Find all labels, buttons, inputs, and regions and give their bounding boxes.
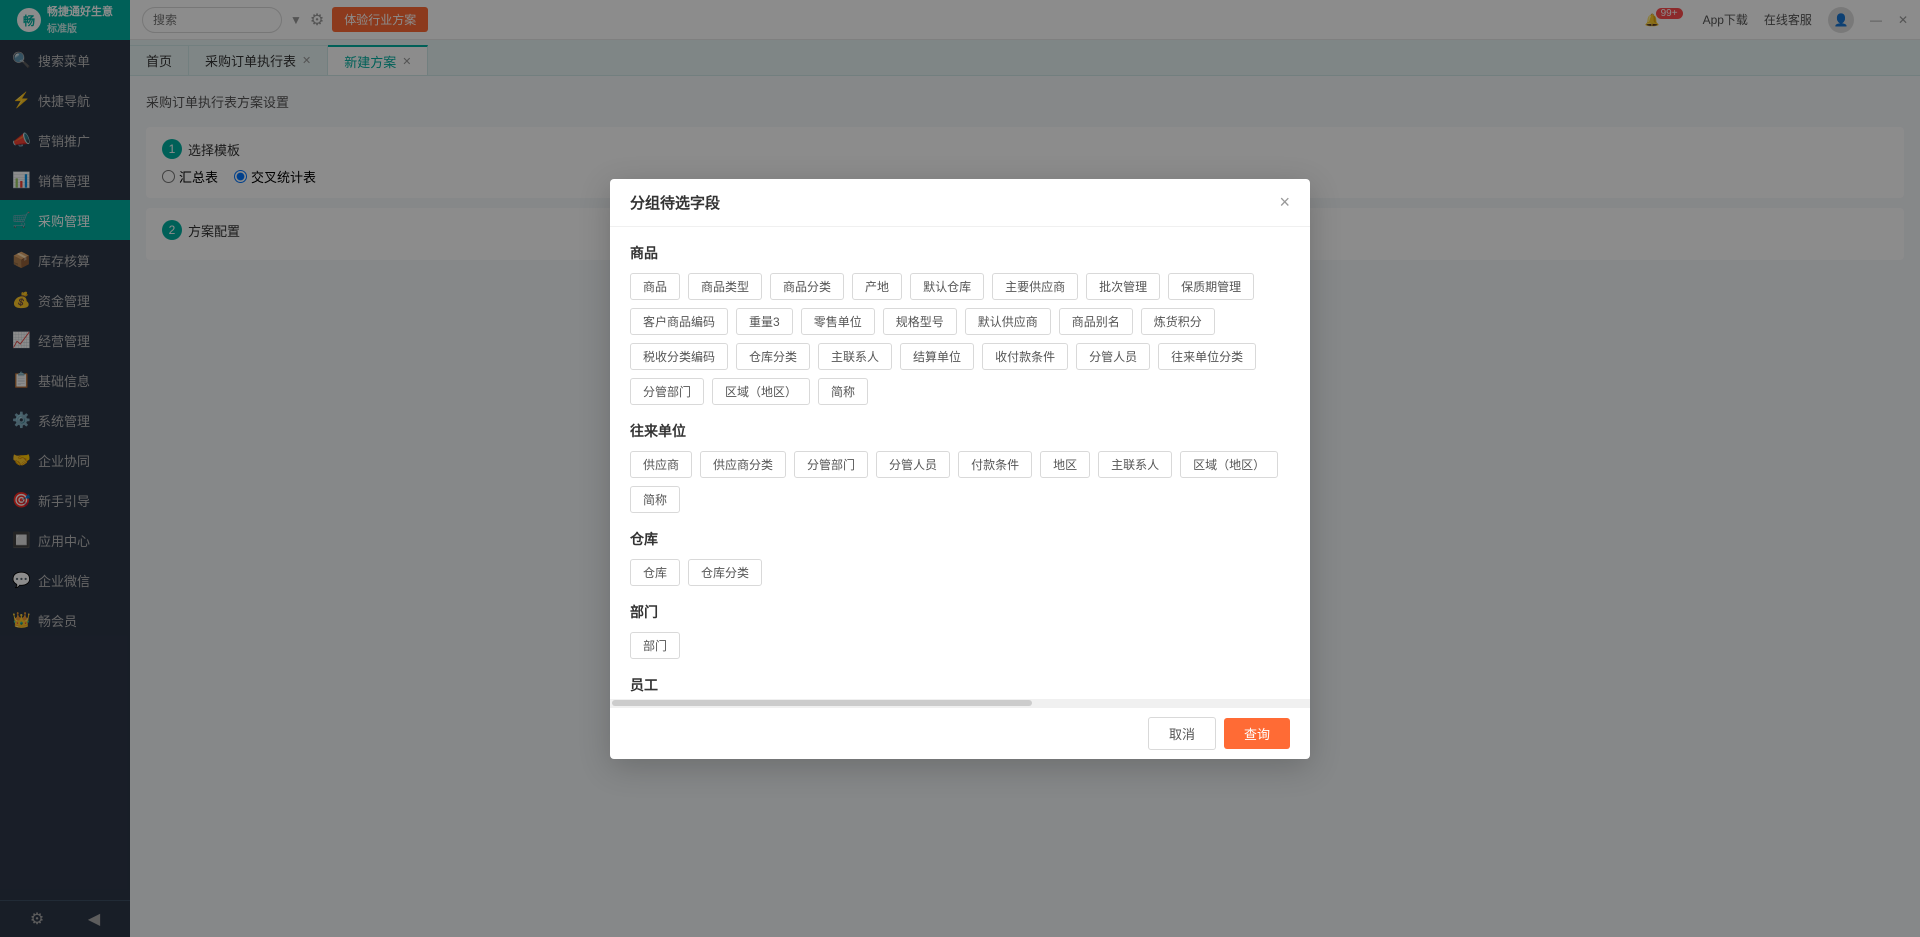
field-group-staff: 员工业务员: [630, 675, 1290, 699]
field-group-partner: 往来单位供应商供应商分类分管部门分管人员付款条件地区主联系人区域（地区） 简称: [630, 421, 1290, 513]
field-tag-partner-2[interactable]: 分管部门: [794, 451, 868, 478]
field-tag-product-22[interactable]: 分管部门: [630, 378, 704, 405]
field-group-warehouse: 仓库仓库仓库分类: [630, 529, 1290, 586]
modal-overlay: 分组待选字段 × 商品商品商品类型商品分类产地默认仓库主要供应商批次管理保质期管…: [0, 0, 1920, 937]
cancel-button[interactable]: 取消: [1148, 717, 1216, 750]
field-tag-product-7[interactable]: 保质期管理: [1168, 273, 1254, 300]
hscroll-thumb: [612, 700, 1032, 706]
field-tag-product-16[interactable]: 仓库分类: [736, 343, 810, 370]
field-tags-warehouse: 仓库仓库分类: [630, 559, 1290, 586]
field-group-dept: 部门部门: [630, 602, 1290, 659]
field-group-title-partner: 往来单位: [630, 421, 1290, 441]
field-tag-product-17[interactable]: 主联系人: [818, 343, 892, 370]
modal-title: 分组待选字段: [630, 192, 720, 213]
field-tag-product-0[interactable]: 商品: [630, 273, 680, 300]
modal-dialog: 分组待选字段 × 商品商品商品类型商品分类产地默认仓库主要供应商批次管理保质期管…: [610, 179, 1310, 759]
modal-hscroll[interactable]: [610, 699, 1310, 707]
modal-body: 商品商品商品类型商品分类产地默认仓库主要供应商批次管理保质期管理客户商品编码重量…: [610, 227, 1310, 699]
field-tag-partner-3[interactable]: 分管人员: [876, 451, 950, 478]
field-tag-partner-1[interactable]: 供应商分类: [700, 451, 786, 478]
field-tag-product-2[interactable]: 商品分类: [770, 273, 844, 300]
field-tag-product-20[interactable]: 分管人员: [1076, 343, 1150, 370]
field-tag-product-14[interactable]: 炼货积分: [1141, 308, 1215, 335]
field-tag-warehouse-1[interactable]: 仓库分类: [688, 559, 762, 586]
field-tag-product-23[interactable]: 区域（地区）: [712, 378, 810, 405]
modal-header: 分组待选字段 ×: [610, 179, 1310, 227]
field-tags-product: 商品商品类型商品分类产地默认仓库主要供应商批次管理保质期管理客户商品编码重量3 零…: [630, 273, 1290, 405]
field-tag-product-24[interactable]: 简称: [818, 378, 868, 405]
field-group-title-staff: 员工: [630, 675, 1290, 695]
field-group-title-dept: 部门: [630, 602, 1290, 622]
field-tag-product-21[interactable]: 往来单位分类: [1158, 343, 1256, 370]
field-tag-product-1[interactable]: 商品类型: [688, 273, 762, 300]
modal-close-btn[interactable]: ×: [1279, 192, 1290, 213]
field-group-title-warehouse: 仓库: [630, 529, 1290, 549]
field-tag-product-8[interactable]: 客户商品编码: [630, 308, 728, 335]
field-tag-product-13[interactable]: 商品别名: [1059, 308, 1133, 335]
field-tag-product-11[interactable]: 规格型号: [883, 308, 957, 335]
field-tag-product-15[interactable]: 税收分类编码: [630, 343, 728, 370]
field-tag-product-9[interactable]: 重量3: [736, 308, 793, 335]
field-tag-partner-8[interactable]: 简称: [630, 486, 680, 513]
field-tag-product-10[interactable]: 零售单位: [801, 308, 875, 335]
modal-footer: 取消 查询: [610, 707, 1310, 759]
field-group-title-product: 商品: [630, 243, 1290, 263]
field-tag-partner-4[interactable]: 付款条件: [958, 451, 1032, 478]
field-tag-product-19[interactable]: 收付款条件: [982, 343, 1068, 370]
field-tag-partner-0[interactable]: 供应商: [630, 451, 692, 478]
field-tag-dept-0[interactable]: 部门: [630, 632, 680, 659]
field-tag-partner-6[interactable]: 主联系人: [1098, 451, 1172, 478]
field-tag-product-6[interactable]: 批次管理: [1086, 273, 1160, 300]
field-tag-warehouse-0[interactable]: 仓库: [630, 559, 680, 586]
field-tag-partner-7[interactable]: 区域（地区）: [1180, 451, 1278, 478]
confirm-button[interactable]: 查询: [1224, 718, 1290, 749]
field-tag-product-12[interactable]: 默认供应商: [965, 308, 1051, 335]
field-tags-partner: 供应商供应商分类分管部门分管人员付款条件地区主联系人区域（地区） 简称: [630, 451, 1290, 513]
field-tag-product-4[interactable]: 默认仓库: [910, 273, 984, 300]
field-tag-product-5[interactable]: 主要供应商: [992, 273, 1078, 300]
field-tag-partner-5[interactable]: 地区: [1040, 451, 1090, 478]
field-tags-dept: 部门: [630, 632, 1290, 659]
field-group-product: 商品商品商品类型商品分类产地默认仓库主要供应商批次管理保质期管理客户商品编码重量…: [630, 243, 1290, 405]
field-tag-product-3[interactable]: 产地: [852, 273, 902, 300]
field-tag-product-18[interactable]: 结算单位: [900, 343, 974, 370]
